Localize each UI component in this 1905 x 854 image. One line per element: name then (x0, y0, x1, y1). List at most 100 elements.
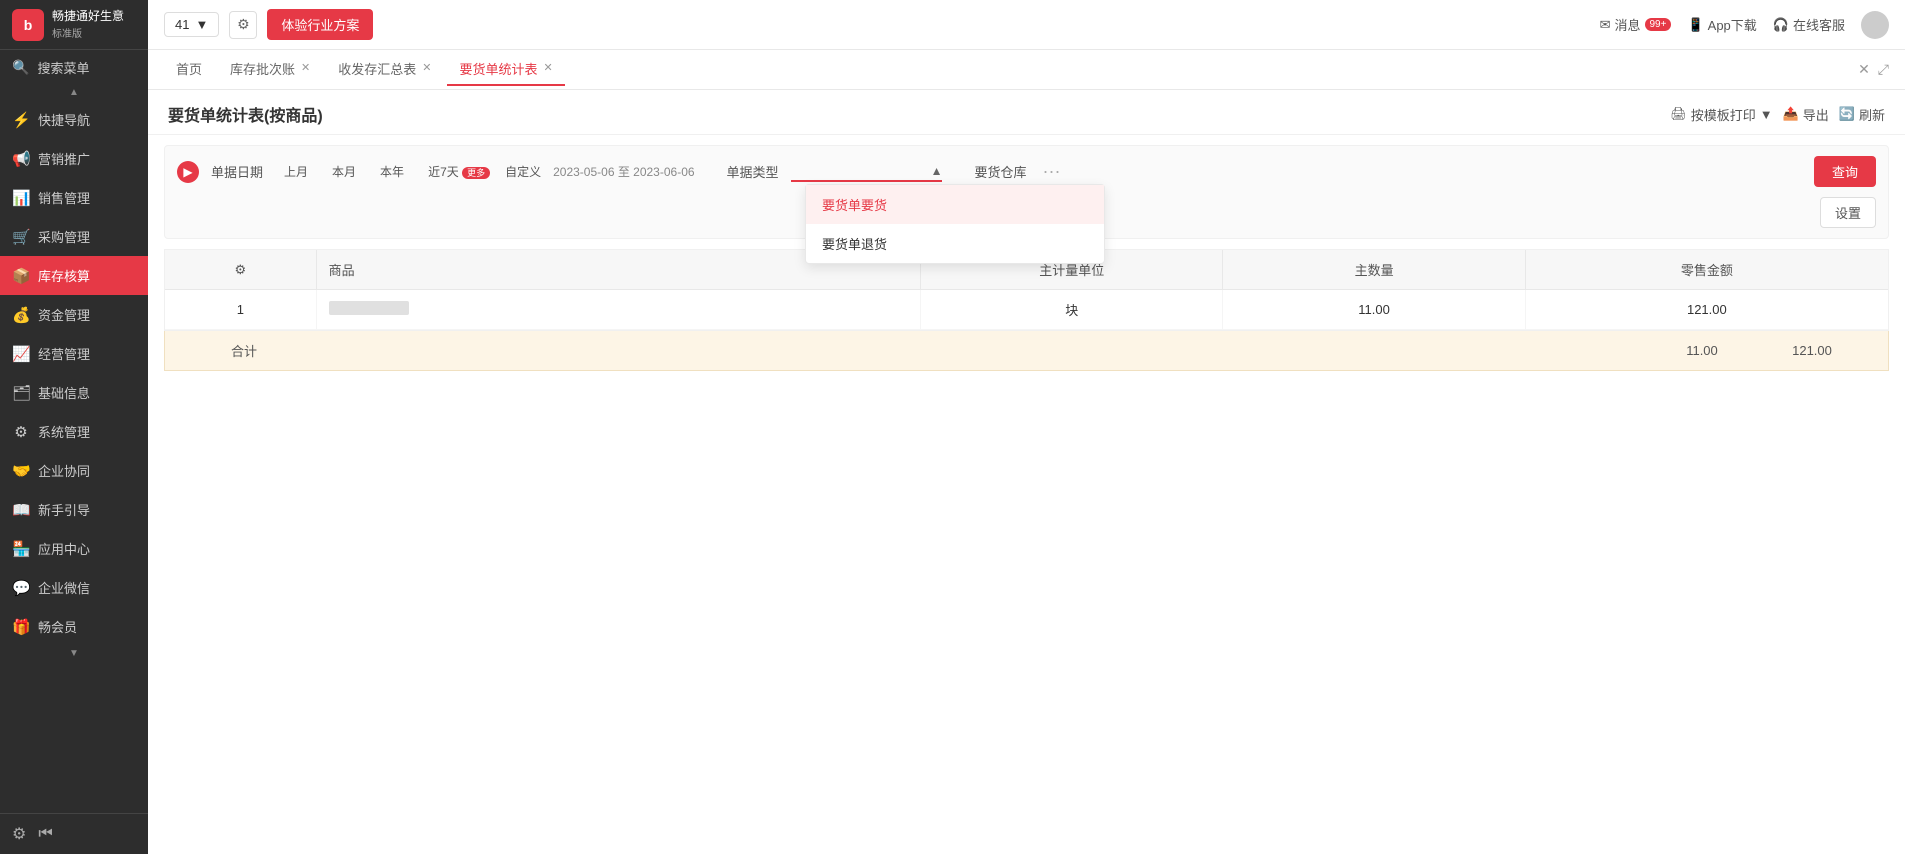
sidebar-item-label-shortcut: 快捷导航 (38, 110, 90, 129)
sidebar-item-label-apps: 应用中心 (38, 539, 90, 558)
sidebar-item-label-wechat: 企业微信 (38, 578, 90, 597)
sidebar-items: ⚡ 快捷导航 📢 营销推广 📊 销售管理 🛒 采购管理 📦 库存核算 💰 资金管… (0, 100, 148, 646)
tabs-extra: ✕ ⤢ (1858, 61, 1889, 78)
date-7days-btn[interactable]: 近7天 更多 (419, 160, 499, 183)
app-download-button[interactable]: 📱 App下载 (1687, 15, 1756, 34)
tab-order-stats-close[interactable]: ✕ (544, 63, 553, 74)
sidebar-bottom: ⚙ ⏮ (0, 813, 148, 854)
content-area: 要货单统计表(按商品) 🖨 按模板打印 ▼ 📤 导出 🔄 刷新 (148, 90, 1905, 854)
sidebar-item-label-basic: 基础信息 (38, 383, 90, 402)
dropdown-option-0[interactable]: 要货单要货 (806, 185, 1104, 224)
sidebar-scroll-up[interactable]: ▲ (0, 85, 148, 100)
sidebar-item-business[interactable]: 📈 经营管理 (0, 334, 148, 373)
sidebar-item-marketing[interactable]: 📢 营销推广 (0, 139, 148, 178)
date-shortcuts: 上月 本月 本年 近7天 更多 自定义 (275, 160, 541, 183)
tab-summary-close[interactable]: ✕ (422, 63, 431, 74)
tab-inventory-batch-label: 库存批次账 (230, 59, 295, 78)
topbar-gear-button[interactable]: ⚙ (229, 11, 257, 39)
date-this-year-btn[interactable]: 本年 (371, 160, 413, 183)
sidebar-item-label-business: 经营管理 (38, 344, 90, 363)
inventory-icon: 📦 (12, 267, 30, 285)
trial-button[interactable]: 体验行业方案 (267, 9, 373, 40)
tab-summary-label: 收发存汇总表 (338, 59, 416, 78)
date-range-display: 2023-05-06 至 2023-06-06 (553, 163, 694, 180)
refresh-button[interactable]: 🔄 刷新 (1839, 105, 1885, 124)
sidebar-item-label-sales: 销售管理 (38, 188, 90, 207)
sidebar-scroll-down[interactable]: ▼ (0, 646, 148, 661)
store-dropdown-icon: ▼ (195, 17, 208, 32)
tabs-expand-icon[interactable]: ⤢ (1878, 61, 1889, 78)
sidebar-item-wechat[interactable]: 💬 企业微信 (0, 568, 148, 607)
page-title: 要货单统计表(按商品) (168, 102, 323, 126)
user-avatar[interactable] (1861, 11, 1889, 39)
export-button[interactable]: 📤 导出 (1783, 105, 1829, 124)
type-dropdown-menu: 要货单要货 要货单退货 (805, 184, 1105, 264)
sidebar-item-collab[interactable]: 🤝 企业协同 (0, 451, 148, 490)
footer-label: 合计 (231, 341, 1552, 360)
filter-bar: ▶ 单据日期 上月 本月 本年 近7天 更多 自定义 2023-05-06 至 … (164, 145, 1889, 239)
sidebar-item-system[interactable]: ⚙ 系统管理 (0, 412, 148, 451)
sidebar-item-inventory[interactable]: 📦 库存核算 (0, 256, 148, 295)
filter-row: ▶ 单据日期 上月 本月 本年 近7天 更多 自定义 2023-05-06 至 … (177, 156, 1876, 187)
date-custom-btn[interactable]: 自定义 (505, 163, 541, 180)
sidebar-collapse-icon[interactable]: ⏮ (38, 825, 52, 843)
refresh-icon: 🔄 (1839, 106, 1855, 122)
sidebar-item-purchase[interactable]: 🛒 采购管理 (0, 217, 148, 256)
sidebar-item-sales[interactable]: 📊 销售管理 (0, 178, 148, 217)
settings-button[interactable]: 设置 (1820, 197, 1876, 228)
message-icon: ✉ (1600, 17, 1611, 33)
sidebar-search-label: 搜索菜单 (37, 58, 89, 77)
tab-order-stats[interactable]: 要货单统计表 ✕ (447, 53, 564, 86)
headset-icon: 🎧 (1773, 17, 1789, 33)
cell-qty: 11.00 (1223, 290, 1525, 330)
col-settings[interactable]: ⚙ (165, 250, 316, 290)
dropdown-option-1[interactable]: 要货单退货 (806, 224, 1104, 263)
page-header: 要货单统计表(按商品) 🖨 按模板打印 ▼ 📤 导出 🔄 刷新 (148, 90, 1905, 135)
export-label: 导出 (1803, 105, 1829, 124)
tab-order-stats-label: 要货单统计表 (459, 59, 537, 78)
warehouse-more-icon[interactable]: ··· (1042, 161, 1060, 182)
phone-icon: 📱 (1687, 17, 1703, 33)
store-selector[interactable]: 41 ▼ (164, 12, 219, 37)
page-actions: 🖨 按模板打印 ▼ 📤 导出 🔄 刷新 (1670, 105, 1885, 124)
filter-expand-button[interactable]: ▶ (177, 161, 199, 183)
messages-label: 消息 (1614, 15, 1640, 34)
sidebar-item-member[interactable]: 🎁 畅会员 (0, 607, 148, 646)
logo-icon: b (12, 9, 44, 41)
sidebar-item-label-collab: 企业协同 (38, 461, 90, 480)
page-container: 要货单统计表(按商品) 🖨 按模板打印 ▼ 📤 导出 🔄 刷新 (148, 90, 1905, 854)
sidebar-item-label-purchase: 采购管理 (38, 227, 90, 246)
messages-button[interactable]: ✉ 消息 99+ (1600, 15, 1672, 34)
print-button[interactable]: 🖨 按模板打印 ▼ (1670, 105, 1772, 124)
sidebar-settings-icon[interactable]: ⚙ (12, 824, 26, 844)
gear-icon: ⚙ (237, 16, 250, 33)
messages-badge: 99+ (1645, 18, 1672, 31)
sidebar-item-basic[interactable]: 🗂 基础信息 (0, 373, 148, 412)
print-dropdown-icon: ▼ (1760, 107, 1773, 122)
tabs-close-all[interactable]: ✕ (1858, 61, 1870, 78)
sidebar-item-shortcut[interactable]: ⚡ 快捷导航 (0, 100, 148, 139)
tab-inventory-batch-close[interactable]: ✕ (301, 63, 310, 74)
online-service-button[interactable]: 🎧 在线客服 (1773, 15, 1845, 34)
sidebar-item-finance[interactable]: 💰 资金管理 (0, 295, 148, 334)
print-icon: 🖨 (1670, 106, 1687, 122)
tab-home[interactable]: 首页 (164, 53, 214, 86)
col-amount-header: 零售金额 (1525, 250, 1888, 290)
sidebar-item-apps[interactable]: 🏪 应用中心 (0, 529, 148, 568)
type-dropdown-icon[interactable]: ▲ (931, 164, 943, 178)
tab-inventory-batch[interactable]: 库存批次账 ✕ (218, 53, 322, 86)
sidebar-item-label-marketing: 营销推广 (38, 149, 90, 168)
sidebar-item-guide[interactable]: 📖 新手引导 (0, 490, 148, 529)
sidebar-item-search[interactable]: 🔍 搜索菜单 (0, 50, 148, 85)
wechat-icon: 💬 (12, 579, 30, 597)
app-name: 畅捷通好生意 (52, 9, 124, 25)
sidebar-item-label-guide: 新手引导 (38, 500, 90, 519)
member-icon: 🎁 (12, 618, 30, 636)
tab-summary[interactable]: 收发存汇总表 ✕ (326, 53, 443, 86)
query-button[interactable]: 查询 (1814, 156, 1876, 187)
cell-amount: 121.00 (1525, 290, 1888, 330)
date-prev-month-btn[interactable]: 上月 (275, 160, 317, 183)
date-this-month-btn[interactable]: 本月 (323, 160, 365, 183)
type-filter-input[interactable] (791, 161, 931, 180)
topbar-left: 41 ▼ ⚙ 体验行业方案 (164, 9, 373, 40)
